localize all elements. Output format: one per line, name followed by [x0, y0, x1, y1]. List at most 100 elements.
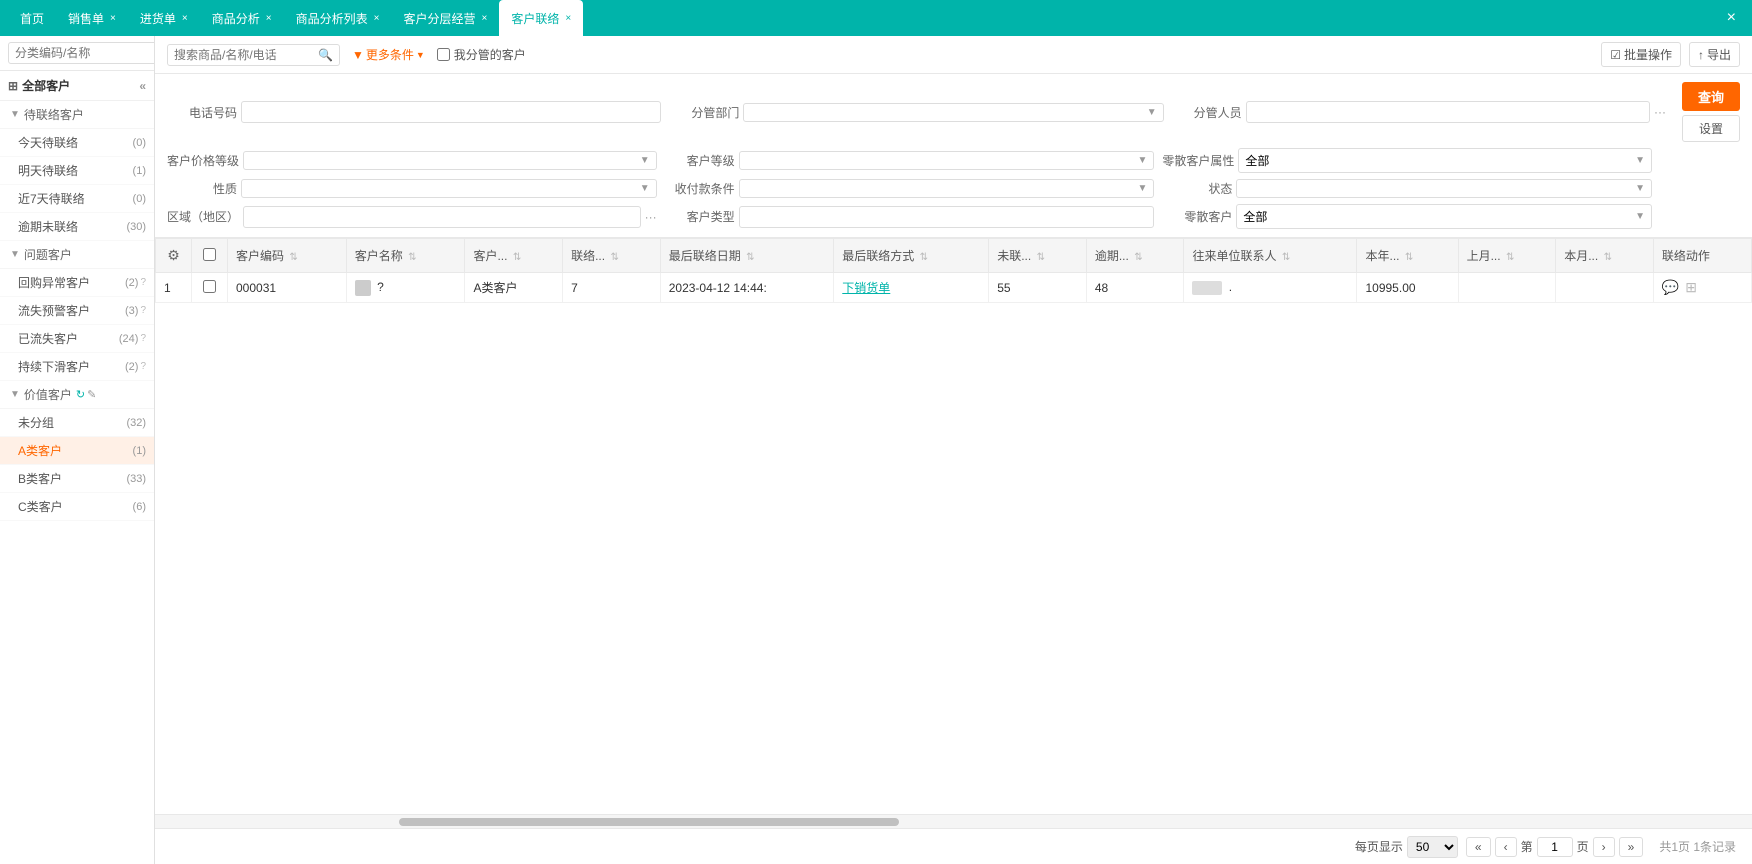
- close-icon[interactable]: ×: [110, 13, 116, 24]
- search-icon[interactable]: 🔍: [318, 48, 333, 62]
- sort-icon[interactable]: ⇅: [1037, 252, 1045, 263]
- column-settings-button[interactable]: ⚙: [165, 245, 182, 266]
- nav-product-analysis-list[interactable]: 商品分析列表 ×: [284, 0, 392, 36]
- manager-input[interactable]: [1246, 101, 1650, 123]
- info-icon: ?: [140, 277, 146, 288]
- chat-icon[interactable]: 💬: [1662, 279, 1679, 296]
- select-all-checkbox[interactable]: [203, 248, 216, 261]
- qr-icon[interactable]: ⊞: [1685, 279, 1697, 296]
- nature-select[interactable]: ▼: [241, 179, 657, 198]
- close-icon[interactable]: ×: [565, 13, 571, 24]
- search-input[interactable]: [174, 48, 314, 62]
- last-page-button[interactable]: »: [1619, 837, 1644, 857]
- sidebar-item-class-b[interactable]: B类客户 (33): [0, 465, 154, 493]
- page-number-input[interactable]: [1537, 837, 1573, 857]
- col-name-label: 客户名称: [355, 249, 403, 263]
- window-close-icon[interactable]: ×: [1719, 9, 1744, 27]
- region-input[interactable]: [243, 206, 641, 228]
- sidebar-item-unclassified[interactable]: 未分组 (32): [0, 409, 154, 437]
- sidebar-search-input[interactable]: [8, 42, 155, 64]
- nav-customer-contact[interactable]: 客户联络 ×: [499, 0, 583, 36]
- query-button[interactable]: 查询: [1682, 82, 1740, 111]
- sort-icon[interactable]: ⇅: [513, 252, 521, 263]
- nav-product-analysis[interactable]: 商品分析 ×: [200, 0, 284, 36]
- my-customers-checkbox-input[interactable]: [437, 48, 450, 61]
- sort-icon[interactable]: ⇅: [289, 252, 297, 263]
- col-current-month: 本月... ⇅: [1556, 239, 1654, 273]
- dept-label: 分管部门: [669, 104, 739, 121]
- manager-label: 分管人员: [1172, 104, 1242, 121]
- pagination-bar: 每页显示 50 100 200 « ‹ 第 页 › » 共1页 1条记录: [155, 828, 1752, 864]
- scroll-thumb[interactable]: [399, 818, 899, 826]
- customer-avatar: [355, 280, 371, 296]
- filter-actions: ☑ 批量操作 ↑ 导出: [1601, 42, 1740, 67]
- batch-ops-button[interactable]: ☑ 批量操作: [1601, 42, 1681, 67]
- retail-customer-select[interactable]: 全部 ▼: [1236, 204, 1652, 229]
- more-filters-button[interactable]: ▼ 更多条件 ▼: [346, 43, 431, 66]
- my-customers-checkbox[interactable]: 我分管的客户: [437, 46, 526, 63]
- nav-purchase-order[interactable]: 进货单 ×: [128, 0, 200, 36]
- sort-icon[interactable]: ⇅: [920, 252, 928, 263]
- close-icon[interactable]: ×: [374, 13, 380, 24]
- customer-type-input[interactable]: [739, 206, 1155, 228]
- status-select[interactable]: ▼: [1236, 179, 1652, 198]
- collapse-icon[interactable]: «: [139, 79, 146, 93]
- table-area: ⚙ 客户编码 ⇅ 客户名称 ⇅: [155, 238, 1752, 814]
- nav-home[interactable]: 首页: [8, 0, 56, 36]
- row-select-checkbox[interactable]: [203, 280, 216, 293]
- price-level-select[interactable]: ▼: [243, 151, 657, 170]
- more-icon[interactable]: ···: [1654, 105, 1666, 119]
- table-checkbox-col: [192, 239, 228, 273]
- main-layout: 🔍 ⊞ 全部客户 « ▼ 待联络客户 今天待联络 (0) 明天待联络 (1) 近…: [0, 36, 1752, 864]
- close-icon[interactable]: ×: [266, 13, 272, 24]
- sidebar-item-churn-warning[interactable]: 流失预警客户 (3) ?: [0, 297, 154, 325]
- sidebar-item-class-a[interactable]: A类客户 (1): [0, 437, 154, 465]
- sidebar-item-today-pending[interactable]: 今天待联络 (0): [0, 129, 154, 157]
- more-icon[interactable]: ···: [645, 210, 657, 224]
- col-last-method-label: 最后联络方式: [842, 249, 914, 263]
- phone-input[interactable]: [241, 101, 661, 123]
- nav-customer-segment[interactable]: 客户分层经营 ×: [391, 0, 499, 36]
- customer-level-select[interactable]: ▼: [739, 151, 1155, 170]
- next-page-button[interactable]: ›: [1593, 837, 1615, 857]
- sidebar-item-churned[interactable]: 已流失客户 (24) ?: [0, 325, 154, 353]
- sort-icon[interactable]: ⇅: [610, 252, 618, 263]
- price-level-field: 客户价格等级 ▼: [167, 151, 657, 170]
- sidebar-item-declining[interactable]: 持续下滑客户 (2) ?: [0, 353, 154, 381]
- content-area: 🔍 ▼ 更多条件 ▼ 我分管的客户 ☑ 批量操作 ↑ 导出: [155, 36, 1752, 864]
- first-page-button[interactable]: «: [1466, 837, 1491, 857]
- sidebar-item-7days-pending[interactable]: 近7天待联络 (0): [0, 185, 154, 213]
- horizontal-scrollbar[interactable]: [155, 814, 1752, 828]
- sidebar-group-problem[interactable]: ▼ 问题客户: [0, 241, 154, 269]
- nav-sales-order[interactable]: 销售单 ×: [56, 0, 128, 36]
- retail-attr-select[interactable]: 全部 ▼: [1238, 148, 1652, 173]
- query-settings-col: 查询 设置: [1682, 82, 1740, 142]
- dept-select[interactable]: ▼: [743, 103, 1163, 122]
- sort-icon[interactable]: ⇅: [746, 252, 754, 263]
- sort-icon[interactable]: ⇅: [1282, 252, 1290, 263]
- sort-icon[interactable]: ⇅: [1405, 252, 1413, 263]
- sidebar-group-value[interactable]: ▼ 价值客户 ↻ ✎: [0, 381, 154, 409]
- sort-icon[interactable]: ⇅: [1134, 252, 1142, 263]
- all-customers-header[interactable]: ⊞ 全部客户 «: [0, 71, 154, 101]
- close-icon[interactable]: ×: [481, 13, 487, 24]
- payment-select[interactable]: ▼: [739, 179, 1155, 198]
- sidebar-item-tomorrow-pending[interactable]: 明天待联络 (1): [0, 157, 154, 185]
- close-icon[interactable]: ×: [182, 13, 188, 24]
- per-page-selector: 每页显示 50 100 200: [1355, 836, 1458, 858]
- export-button[interactable]: ↑ 导出: [1689, 42, 1740, 67]
- sidebar-item-class-c[interactable]: C类客户 (6): [0, 493, 154, 521]
- sidebar-item-repurchase-abnormal[interactable]: 回购异常客户 (2) ?: [0, 269, 154, 297]
- sort-icon[interactable]: ⇅: [408, 252, 416, 263]
- edit-icon[interactable]: ✎: [87, 388, 96, 401]
- per-page-select[interactable]: 50 100 200: [1407, 836, 1458, 858]
- sidebar-group-pending[interactable]: ▼ 待联络客户: [0, 101, 154, 129]
- sort-icon[interactable]: ⇅: [1604, 252, 1612, 263]
- sort-icon[interactable]: ⇅: [1506, 252, 1514, 263]
- prev-page-button[interactable]: ‹: [1495, 837, 1517, 857]
- settings-button[interactable]: 设置: [1682, 115, 1740, 142]
- refresh-icon[interactable]: ↻: [76, 388, 85, 401]
- last-method-link[interactable]: 下销货单: [842, 281, 890, 295]
- sidebar: 🔍 ⊞ 全部客户 « ▼ 待联络客户 今天待联络 (0) 明天待联络 (1) 近…: [0, 36, 155, 864]
- sidebar-item-overdue[interactable]: 逾期未联络 (30): [0, 213, 154, 241]
